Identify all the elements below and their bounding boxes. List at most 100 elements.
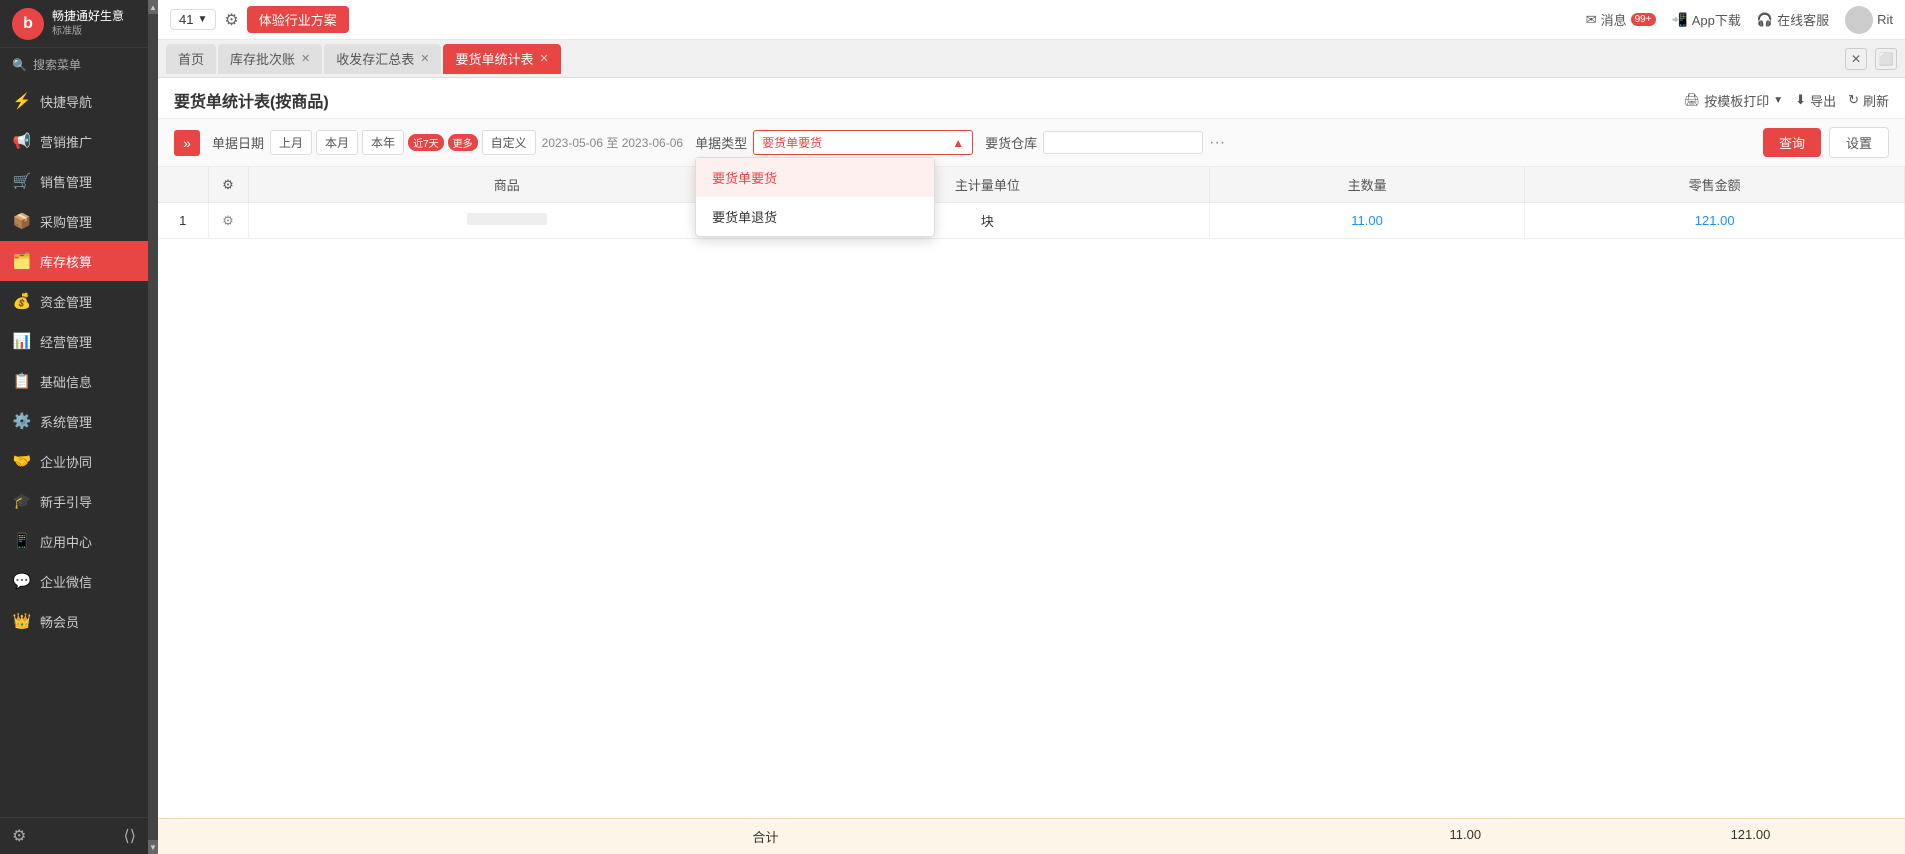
topbar-actions: ✉ 消息 99+ 📲 App下载 🎧 在线客服 Rit: [1586, 6, 1893, 34]
sidebar-item-inventory[interactable]: 🗂️ 库存核算: [0, 241, 148, 281]
topbar-settings-icon[interactable]: ⚙: [224, 10, 238, 30]
sidebar-item-vip[interactable]: 👑 畅会员: [0, 601, 148, 641]
dropdown-item-order-normal[interactable]: 要货单要货: [696, 158, 934, 197]
close-window-btn[interactable]: ✕: [1845, 48, 1867, 70]
tabbar-controls: ✕ ⬜: [1845, 48, 1897, 70]
newbie-icon: 🎓: [12, 491, 32, 511]
sales-icon: 🛒: [12, 171, 32, 191]
tab-close-inventory-batch[interactable]: ✕: [301, 52, 310, 65]
topbar: 41 ▼ ⚙ 体验行业方案 ✉ 消息 99+ 📲 App下载 🎧 在线客服 Ri…: [158, 0, 1905, 40]
filter-settings-btn[interactable]: 设置: [1829, 127, 1889, 158]
warehouse-more-icon[interactable]: ···: [1209, 134, 1225, 152]
cell-amount[interactable]: 121.00: [1525, 203, 1905, 239]
page-title: 要货单统计表(按商品): [174, 88, 329, 112]
sidebar-item-system[interactable]: ⚙️ 系统管理: [0, 401, 148, 441]
date-custom-btn[interactable]: 自定义: [482, 130, 536, 155]
filter-warehouse-group: 要货仓库 ···: [985, 131, 1225, 154]
quick-nav-icon: ⚡: [12, 91, 32, 111]
dropdown-item-order-return[interactable]: 要货单退货: [696, 197, 934, 236]
table-settings-icon[interactable]: ⚙: [222, 177, 234, 192]
cell-quantity[interactable]: 11.00: [1209, 203, 1525, 239]
cell-row-settings[interactable]: ⚙: [208, 203, 248, 239]
sidebar-item-marketing[interactable]: 📢 营销推广: [0, 121, 148, 161]
warehouse-input[interactable]: [1043, 131, 1203, 154]
sidebar-item-newbie[interactable]: 🎓 新手引导: [0, 481, 148, 521]
sidebar-footer: ⚙ ⟨⟩: [0, 817, 148, 854]
footer-unit: [1038, 827, 1323, 846]
sidebar-item-finance[interactable]: 💰 资金管理: [0, 281, 148, 321]
export-icon: ⬇: [1795, 92, 1806, 108]
footer-cells: 合计 11.00 121.00: [170, 827, 1893, 846]
col-seq: [158, 167, 208, 203]
footer-quantity: 11.00: [1323, 827, 1608, 846]
sidebar-scroll-indicator: ▲ ▼: [148, 0, 158, 854]
tab-close-receive-summary[interactable]: ✕: [420, 52, 429, 65]
filter-date-group: 单据日期 上月 本月 本年 近7天 更多 自定义 2023-05-06 至 20…: [212, 130, 683, 155]
online-service-btn[interactable]: 🎧 在线客服: [1757, 10, 1829, 29]
sidebar-nav: ⚡ 快捷导航 📢 营销推广 🛒 销售管理 📦 采购管理 🗂️ 库存核算 💰 资金…: [0, 81, 148, 817]
maximize-window-btn[interactable]: ⬜: [1875, 48, 1897, 70]
inventory-icon: 🗂️: [12, 251, 32, 271]
sidebar-search[interactable]: 🔍 搜索菜单: [0, 48, 148, 81]
sidebar-item-purchase[interactable]: 📦 采购管理: [0, 201, 148, 241]
content-area: 要货单统计表(按商品) 🖨 按模板打印 ▼ ⬇ 导出 ↻ 刷新: [158, 78, 1905, 854]
scroll-down-btn[interactable]: ▼: [148, 840, 158, 854]
user-avatar-btn[interactable]: Rit: [1845, 6, 1893, 34]
date-last-month-btn[interactable]: 上月: [270, 130, 312, 155]
sidebar-header: b 畅捷通好生意 标准版: [0, 0, 148, 48]
sidebar-collapse-icon[interactable]: ⟨⟩: [124, 826, 136, 846]
date-this-month-btn[interactable]: 本月: [316, 130, 358, 155]
tab-close-order-stats[interactable]: ✕: [540, 52, 549, 65]
store-selector[interactable]: 41 ▼: [170, 9, 216, 30]
chevron-up-icon: ▲: [952, 136, 964, 150]
export-btn[interactable]: ⬇ 导出: [1795, 91, 1836, 110]
sidebar-item-sales[interactable]: 🛒 销售管理: [0, 161, 148, 201]
scroll-up-btn[interactable]: ▲: [148, 0, 158, 14]
user-avatar: [1845, 6, 1873, 34]
date-recent-badge[interactable]: 近7天: [408, 134, 444, 151]
col-settings[interactable]: ⚙: [208, 167, 248, 203]
sidebar-item-operations[interactable]: 📊 经营管理: [0, 321, 148, 361]
refresh-icon: ↻: [1848, 92, 1859, 108]
sidebar-item-wechat[interactable]: 💬 企业微信: [0, 561, 148, 601]
filter-type-input[interactable]: 要货单要货 ▲: [753, 130, 973, 155]
tab-receive-summary[interactable]: 收发存汇总表 ✕: [324, 44, 441, 74]
sidebar-item-quick-nav[interactable]: ⚡ 快捷导航: [0, 81, 148, 121]
footer-label: 合计: [740, 827, 1037, 846]
search-icon: 🔍: [12, 58, 27, 72]
table-footer: 合计 11.00 121.00: [158, 818, 1905, 854]
query-btn[interactable]: 查询: [1763, 128, 1821, 157]
download-icon: 📲: [1672, 12, 1688, 28]
sidebar-item-enterprise[interactable]: 🤝 企业协同: [0, 441, 148, 481]
headset-icon: 🎧: [1757, 12, 1773, 28]
tab-order-stats[interactable]: 要货单统计表 ✕: [443, 44, 560, 74]
type-dropdown-menu: 要货单要货 要货单退货: [695, 157, 935, 237]
marketing-icon: 📢: [12, 131, 32, 151]
trial-btn[interactable]: 体验行业方案: [247, 6, 349, 33]
sidebar-item-apps[interactable]: 📱 应用中心: [0, 521, 148, 561]
tab-inventory-batch[interactable]: 库存批次账 ✕: [218, 44, 322, 74]
basics-icon: 📋: [12, 371, 32, 391]
filter-expand-btn[interactable]: »: [174, 130, 200, 156]
app-name: 畅捷通好生意 标准版: [52, 9, 124, 38]
cell-seq: 1: [158, 203, 208, 239]
table-container: ⚙ 商品 主计量单位 主数量 零售金额 1 ⚙: [158, 167, 1905, 818]
app-logo: b: [12, 8, 44, 40]
row-settings-icon[interactable]: ⚙: [222, 213, 234, 228]
table-row: 1 ⚙ 块 11.00 121.00: [158, 203, 1905, 239]
app-download-btn[interactable]: 📲 App下载: [1672, 10, 1741, 29]
refresh-btn[interactable]: ↻ 刷新: [1848, 91, 1889, 110]
sidebar-item-basics[interactable]: 📋 基础信息: [0, 361, 148, 401]
operations-icon: 📊: [12, 331, 32, 351]
sidebar-settings-icon[interactable]: ⚙: [12, 826, 26, 846]
page-header-actions: 🖨 按模板打印 ▼ ⬇ 导出 ↻ 刷新: [1684, 91, 1889, 110]
date-more-badge[interactable]: 更多: [448, 134, 478, 151]
date-this-year-btn[interactable]: 本年: [362, 130, 404, 155]
wechat-icon: 💬: [12, 571, 32, 591]
filter-type-group: 单据类型 要货单要货 ▲: [695, 130, 973, 155]
tab-home[interactable]: 首页: [166, 44, 216, 74]
filter-bar: » 单据日期 上月 本月 本年 近7天 更多 自定义 2023-05-06 至 …: [158, 118, 1905, 167]
messages-btn[interactable]: ✉ 消息 99+: [1586, 10, 1656, 29]
print-template-btn[interactable]: 🖨 按模板打印 ▼: [1684, 91, 1783, 110]
finance-icon: 💰: [12, 291, 32, 311]
